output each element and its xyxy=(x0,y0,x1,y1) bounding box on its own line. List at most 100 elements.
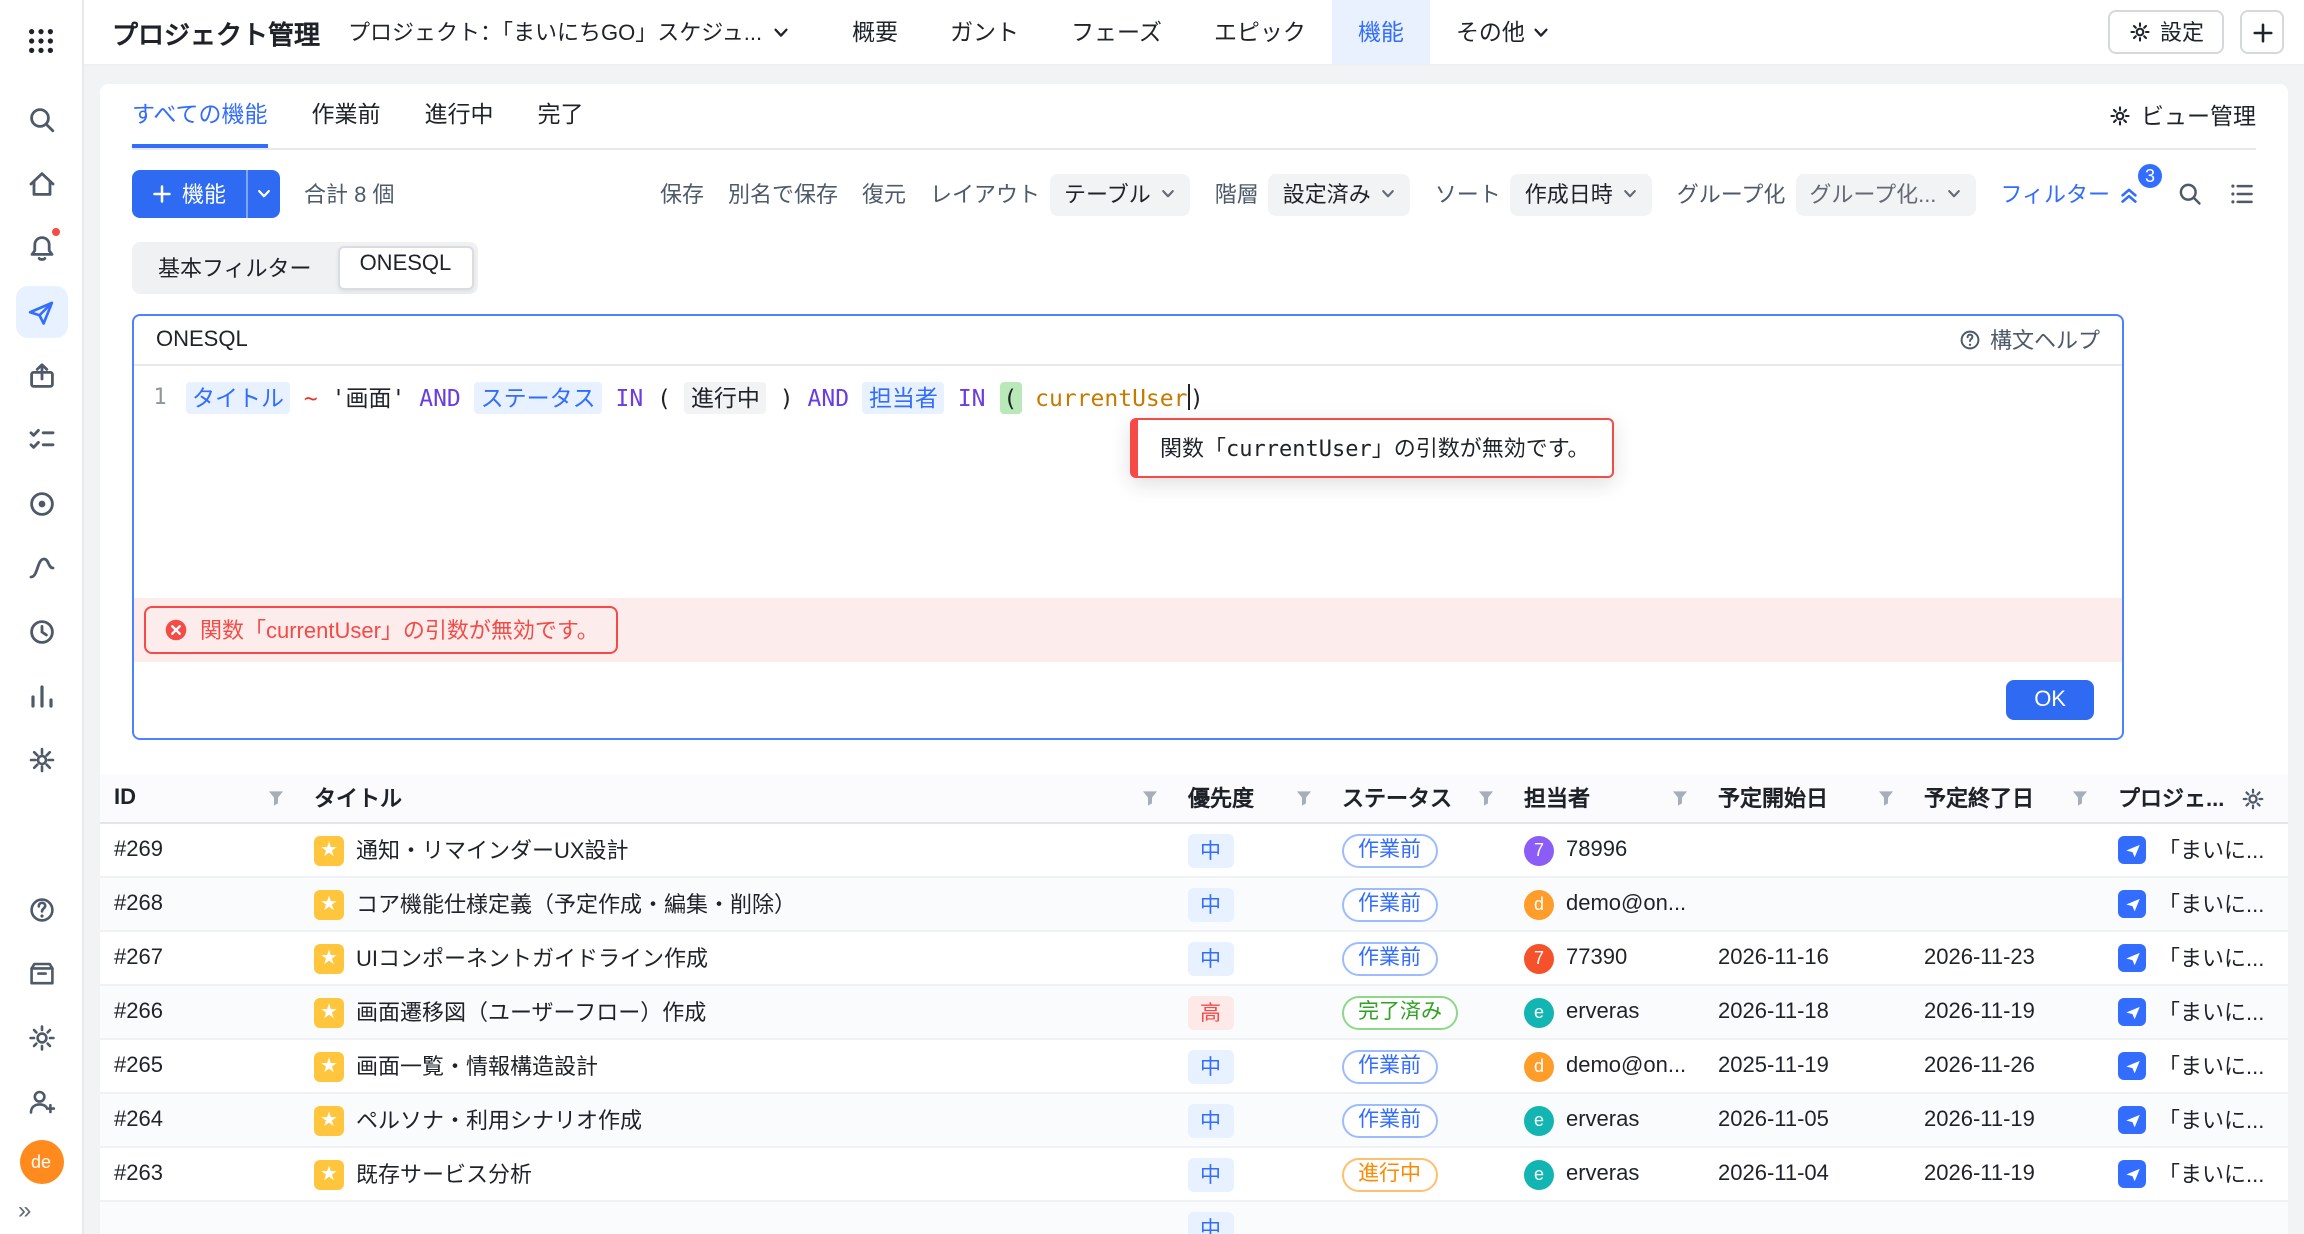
onesql-panel-header: ONESQL 構文ヘルプ xyxy=(134,316,2122,366)
cell-title[interactable]: ★ ペルソナ・利用シナリオ作成 xyxy=(300,1104,1174,1136)
nav-item-4[interactable]: 機能 xyxy=(1331,0,1430,64)
cell-status: 作業前 xyxy=(1328,887,1510,921)
user-avatar[interactable]: de xyxy=(19,1140,63,1184)
target-icon[interactable] xyxy=(15,478,67,530)
priority-badge: 中 xyxy=(1188,1157,1233,1191)
nav-item-0[interactable]: 概要 xyxy=(826,0,924,64)
add-button[interactable] xyxy=(2240,10,2284,54)
column-header-3[interactable]: ステータス xyxy=(1328,782,1510,814)
home-icon[interactable] xyxy=(15,158,67,210)
cell-title[interactable]: ★ コア機能仕様定義（予定作成・編集・削除） xyxy=(300,888,1174,920)
column-header-7[interactable]: プロジェ... xyxy=(2104,782,2288,814)
column-header-1[interactable]: タイトル xyxy=(300,782,1174,814)
view-tab-3[interactable]: 完了 xyxy=(537,84,583,148)
chevron-down-icon xyxy=(774,27,788,36)
error-tooltip: 関数「currentUser」の引数が無効です。 xyxy=(1130,418,1614,478)
expand-sidebar-button[interactable]: » xyxy=(18,1196,31,1224)
hierarchy-select[interactable]: 設定済み xyxy=(1268,173,1411,215)
view-manage-button[interactable]: ビュー管理 xyxy=(2107,84,2256,148)
curve-icon[interactable] xyxy=(15,542,67,594)
cell-title[interactable]: ★ 画面遷移図（ユーザーフロー）作成 xyxy=(300,996,1174,1028)
gear-icon[interactable] xyxy=(15,1012,67,1064)
add-feature-dropdown[interactable] xyxy=(246,170,280,218)
cell-title[interactable]: ★ UIコンポーネントガイドライン作成 xyxy=(300,942,1174,974)
cell-title[interactable]: ★ 通知・リマインダーUX設計 xyxy=(300,834,1174,866)
nav-item-2[interactable]: フェーズ xyxy=(1045,0,1188,64)
layout-select[interactable]: テーブル xyxy=(1050,173,1191,215)
column-filter-icon[interactable] xyxy=(266,788,286,808)
ok-button[interactable]: OK xyxy=(2006,680,2094,720)
column-header-4[interactable]: 担当者 xyxy=(1510,782,1704,814)
bar-chart-icon[interactable] xyxy=(15,670,67,722)
column-header-0[interactable]: ID xyxy=(100,786,300,810)
archive-box-icon[interactable] xyxy=(15,948,67,1000)
flower-gear-icon[interactable] xyxy=(15,734,67,786)
save-as-button[interactable]: 別名で保存 xyxy=(728,178,838,210)
table-row-partial[interactable]: 中 xyxy=(100,1202,2288,1234)
column-filter-icon[interactable] xyxy=(1140,788,1160,808)
nav-item-1[interactable]: ガント xyxy=(924,0,1045,64)
restore-button[interactable]: 復元 xyxy=(862,178,906,210)
settings-button[interactable]: 設定 xyxy=(2108,10,2224,54)
search-icon[interactable] xyxy=(15,94,67,146)
table-row[interactable]: #266 ★ 画面遷移図（ユーザーフロー）作成 高 完了済み e erveras 2026-1… xyxy=(100,986,2288,1040)
column-filter-icon[interactable] xyxy=(2070,788,2090,808)
add-feature-button[interactable]: 機能 xyxy=(132,170,246,218)
table-row[interactable]: #267 ★ UIコンポーネントガイドライン作成 中 作業前 7 77390 2026-11-… xyxy=(100,932,2288,986)
column-header-6[interactable]: 予定終了日 xyxy=(1910,782,2104,814)
cell-priority: 中 xyxy=(1174,941,1328,975)
list-view-icon[interactable] xyxy=(2228,180,2256,208)
sort-group: ソート 作成日時 xyxy=(1435,173,1653,215)
project-icon xyxy=(2118,1160,2146,1188)
nav-item-5[interactable]: その他 xyxy=(1430,0,1577,64)
group-by-select[interactable]: グループ化... xyxy=(1795,173,1977,215)
bell-icon[interactable] xyxy=(15,222,67,274)
project-selector[interactable]: プロジェクト：「まいにちGO」スケジュ... xyxy=(348,16,790,48)
tab-onesql[interactable]: ONESQL xyxy=(337,246,474,290)
status-badge: 進行中 xyxy=(1342,1157,1437,1191)
assignee-avatar: e xyxy=(1524,1105,1554,1135)
sort-select[interactable]: 作成日時 xyxy=(1510,173,1653,215)
table-row[interactable]: #265 ★ 画面一覧・情報構造設計 中 作業前 d demo@on... 2025-11-1… xyxy=(100,1040,2288,1094)
filter-toggle-button[interactable]: フィルター 3 xyxy=(2000,162,2164,210)
onesql-code-editor[interactable]: 1 タイトル ~ '画面' AND ステータス IN ( 進行中 ) AND 担… xyxy=(134,366,2122,598)
cell-title[interactable]: ★ 既存サービス分析 xyxy=(300,1158,1174,1190)
table-row[interactable]: #263 ★ 既存サービス分析 中 進行中 e erveras 2026-11-04 2026-… xyxy=(100,1148,2288,1202)
tasks-check-icon[interactable] xyxy=(15,414,67,466)
nav-item-3[interactable]: エピック xyxy=(1188,0,1332,64)
assignee-name: 77390 xyxy=(1566,946,1628,970)
column-filter-icon[interactable] xyxy=(1294,788,1314,808)
view-tab-2[interactable]: 進行中 xyxy=(424,84,493,148)
cell-id: #263 xyxy=(114,1162,163,1186)
cell-status: 進行中 xyxy=(1328,1157,1510,1191)
view-tab-1[interactable]: 作業前 xyxy=(311,84,380,148)
column-settings-icon[interactable] xyxy=(2240,785,2266,811)
apps-grid-icon[interactable] xyxy=(15,14,67,66)
project-app-icon[interactable] xyxy=(15,286,67,338)
cell-title[interactable]: ★ 画面一覧・情報構造設計 xyxy=(300,1050,1174,1082)
view-tabs: すべての機能 作業前 進行中 完了 ビュー管理 xyxy=(132,84,2256,150)
help-icon[interactable] xyxy=(15,884,67,936)
save-button[interactable]: 保存 xyxy=(660,178,704,210)
table-row[interactable]: #269 ★ 通知・リマインダーUX設計 中 作業前 7 78996 「まいに... xyxy=(100,824,2288,878)
column-filter-icon[interactable] xyxy=(1476,788,1496,808)
cell-assignee: d demo@on... xyxy=(1510,1051,1704,1081)
syntax-help-link[interactable]: 構文ヘルプ xyxy=(1958,324,2100,356)
view-tab-0[interactable]: すべての機能 xyxy=(132,84,268,148)
column-header-5[interactable]: 予定開始日 xyxy=(1704,782,1910,814)
project-name: 「まいに... xyxy=(2158,840,2265,864)
cell-end-date: 2026-11-19 xyxy=(1924,1108,2035,1132)
column-header-2[interactable]: 優先度 xyxy=(1174,782,1328,814)
onesql-query-line: タイトル ~ '画面' AND ステータス IN ( 進行中 ) AND 担当者… xyxy=(186,380,1204,584)
table-row[interactable]: #264 ★ ペルソナ・利用シナリオ作成 中 作業前 e erveras 2026-11-05… xyxy=(100,1094,2288,1148)
table-row[interactable]: #268 ★ コア機能仕様定義（予定作成・編集・削除） 中 作業前 d demo@on...… xyxy=(100,878,2288,932)
search-icon[interactable] xyxy=(2176,180,2204,208)
clock-icon[interactable] xyxy=(15,606,67,658)
project-name: 「まいに... xyxy=(2158,1002,2265,1026)
project-name: 「まいに... xyxy=(2158,1056,2265,1080)
tab-basic-filter[interactable]: 基本フィルター xyxy=(136,246,334,290)
person-add-icon[interactable] xyxy=(15,1076,67,1128)
export-icon[interactable] xyxy=(15,350,67,402)
column-filter-icon[interactable] xyxy=(1670,788,1690,808)
column-filter-icon[interactable] xyxy=(1876,788,1896,808)
